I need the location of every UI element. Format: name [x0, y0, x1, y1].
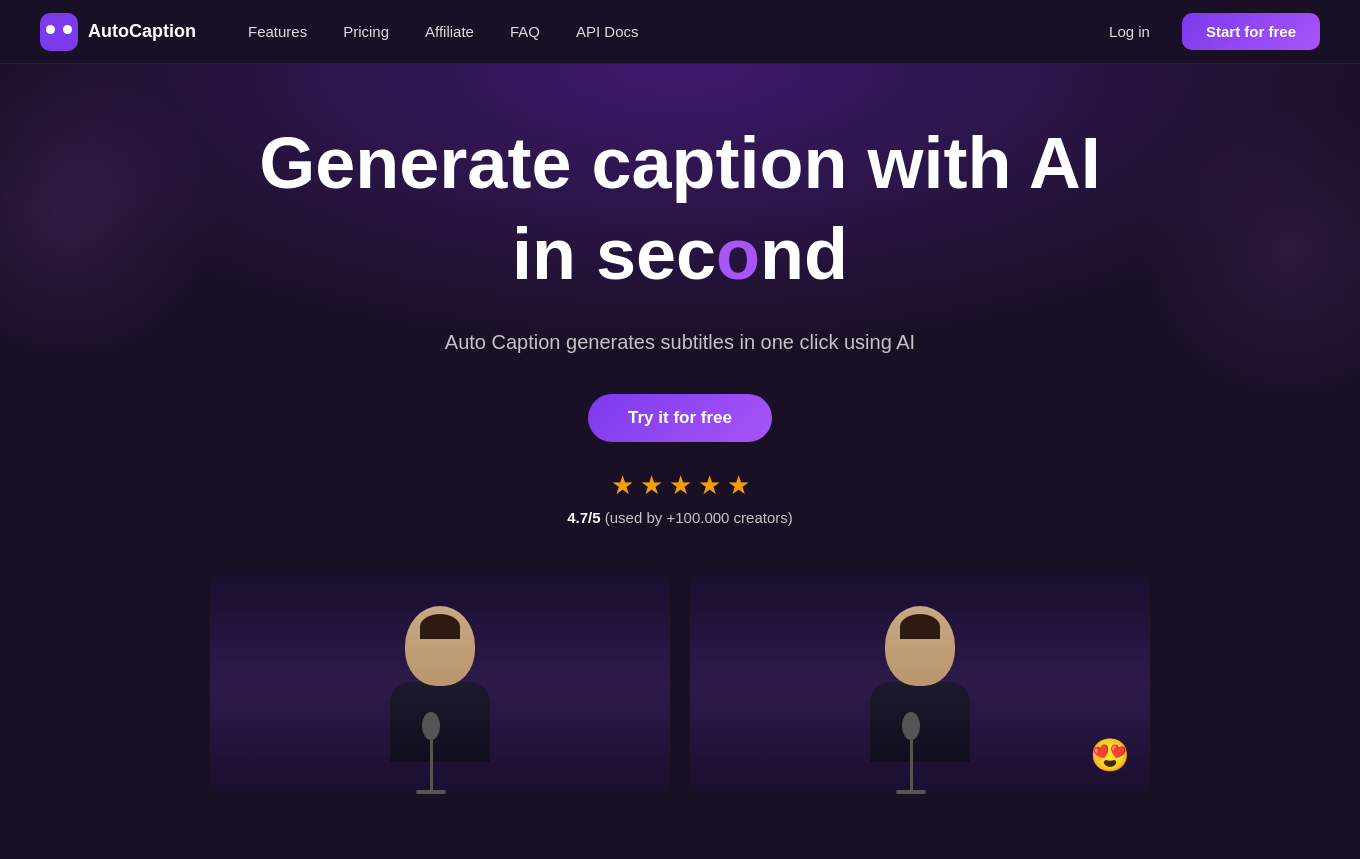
mic-base-right [896, 790, 926, 794]
star-2: ★ [640, 470, 663, 501]
person-head-left [405, 606, 475, 686]
glow-left-decoration [0, 60, 220, 360]
glow-right-decoration [1140, 100, 1360, 400]
preview-row: 😍 [40, 574, 1320, 794]
nav-link-pricing[interactable]: Pricing [327, 15, 405, 48]
logo[interactable]: AutoCaption [40, 13, 196, 51]
nav-link-features[interactable]: Features [232, 15, 323, 48]
hero-title-line1: Generate caption with AI [259, 124, 1100, 203]
logo-text: AutoCaption [88, 21, 196, 42]
person-head-right [885, 606, 955, 686]
stars-rating: ★ ★ ★ ★ ★ [611, 470, 750, 501]
navbar: AutoCaption Features Pricing Affiliate F… [0, 0, 1360, 64]
preview-card-right[interactable]: 😍 [690, 574, 1150, 794]
hero-description: Auto Caption generates subtitles in one … [445, 326, 915, 358]
hero-title-line2: in second [512, 215, 848, 294]
mic-base-left [416, 790, 446, 794]
star-3: ★ [669, 470, 692, 501]
emoji-badge: 😍 [1090, 736, 1130, 774]
login-button[interactable]: Log in [1093, 15, 1166, 48]
hero-section: Generate caption with AI in second Auto … [0, 64, 1360, 794]
nav-link-faq[interactable]: FAQ [494, 15, 556, 48]
start-free-button[interactable]: Start for free [1182, 13, 1320, 50]
nav-actions: Log in Start for free [1093, 13, 1320, 50]
logo-icon [40, 13, 78, 51]
star-5: ★ [727, 470, 750, 501]
mic-head-left [422, 712, 440, 740]
try-free-button[interactable]: Try it for free [588, 394, 772, 442]
mic-stand-left [416, 712, 446, 794]
nav-links: Features Pricing Affiliate FAQ API Docs [232, 15, 655, 48]
star-1: ★ [611, 470, 634, 501]
star-4: ★ [698, 470, 721, 501]
mic-pole-left [430, 740, 433, 790]
mic-pole-right [910, 740, 913, 790]
mic-stand-right [896, 712, 926, 794]
rating-text: 4.7/5 (used by +100.000 creators) [567, 509, 793, 526]
nav-link-api-docs[interactable]: API Docs [560, 15, 655, 48]
nav-link-affiliate[interactable]: Affiliate [409, 15, 490, 48]
preview-card-left[interactable] [210, 574, 670, 794]
mic-head-right [902, 712, 920, 740]
